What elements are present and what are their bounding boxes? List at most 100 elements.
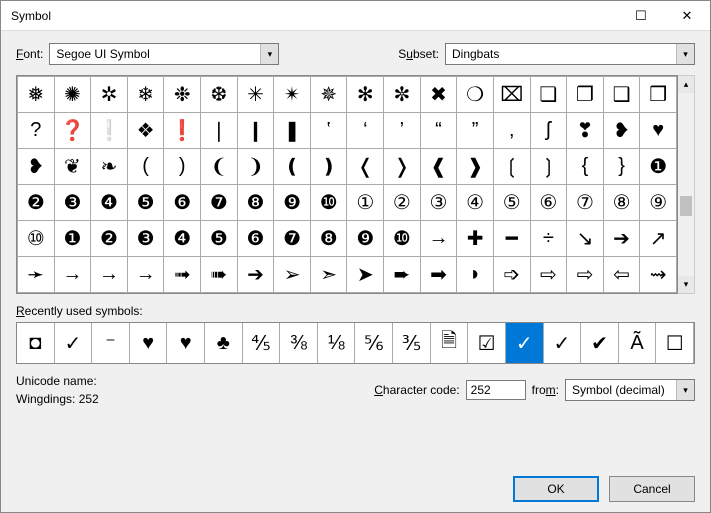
symbol-cell[interactable]: ❼ — [274, 221, 311, 257]
symbol-cell[interactable]: ✚ — [457, 221, 494, 257]
symbol-cell[interactable]: ❷ — [18, 185, 55, 221]
symbol-cell[interactable]: ⑩ — [18, 221, 55, 257]
symbol-cell[interactable]: ❶ — [640, 149, 677, 185]
close-button[interactable]: ✕ — [664, 1, 710, 31]
symbol-cell[interactable]: ⑥ — [530, 185, 567, 221]
symbol-cell[interactable]: → — [91, 257, 128, 293]
symbol-cell[interactable]: ❰ — [420, 149, 457, 185]
symbol-cell[interactable]: ⑤ — [493, 185, 530, 221]
symbol-cell[interactable]: ❆ — [201, 77, 238, 113]
symbol-cell[interactable]: ⑧ — [603, 185, 640, 221]
symbol-cell[interactable]: ➢ — [274, 257, 311, 293]
symbol-cell[interactable]: ✼ — [384, 77, 421, 113]
symbol-cell[interactable]: ❓ — [54, 113, 91, 149]
symbol-cell[interactable]: ❩ — [237, 149, 274, 185]
from-combo[interactable]: Symbol (decimal) ▾ — [565, 379, 695, 401]
symbol-cell[interactable]: ✲ — [91, 77, 128, 113]
symbol-cell[interactable]: ❖ — [127, 113, 164, 149]
symbol-cell[interactable]: ❹ — [91, 185, 128, 221]
symbol-cell[interactable]: ‚ — [493, 113, 530, 149]
symbol-cell[interactable]: ⇨ — [530, 257, 567, 293]
symbol-cell[interactable]: ❨ — [201, 149, 238, 185]
recent-symbol-cell[interactable]: 🗎 — [431, 323, 469, 363]
symbol-cell[interactable]: ❚ — [274, 113, 311, 149]
symbol-cell[interactable]: ❺ — [201, 221, 238, 257]
symbol-cell[interactable]: ❿ — [384, 221, 421, 257]
maximize-button[interactable]: ☐ — [618, 1, 664, 31]
symbol-cell[interactable]: ➔ — [603, 221, 640, 257]
symbol-cell[interactable]: ♥ — [640, 113, 677, 149]
symbol-cell[interactable]: ❫ — [310, 149, 347, 185]
symbol-cell[interactable]: ❸ — [127, 221, 164, 257]
symbol-cell[interactable]: ✳ — [237, 77, 274, 113]
symbol-cell[interactable]: ❐ — [567, 77, 604, 113]
symbol-cell[interactable]: ❦ — [54, 149, 91, 185]
symbol-cell[interactable]: ❬ — [347, 149, 384, 185]
symbol-cell[interactable]: ❽ — [237, 185, 274, 221]
ok-button[interactable]: OK — [513, 476, 599, 502]
symbol-cell[interactable]: ❻ — [164, 185, 201, 221]
scroll-up-icon[interactable]: ▴ — [678, 76, 694, 93]
symbol-cell[interactable]: ❺ — [127, 185, 164, 221]
symbol-cell[interactable]: ❑ — [603, 77, 640, 113]
symbol-cell[interactable]: ⑨ — [640, 185, 677, 221]
recent-symbol-cell[interactable]: ♥ — [130, 323, 168, 363]
symbol-cell[interactable]: ❻ — [237, 221, 274, 257]
symbol-cell[interactable]: ❅ — [18, 77, 55, 113]
symbol-cell[interactable]: ↘ — [567, 221, 604, 257]
symbol-cell[interactable]: ➩ — [493, 257, 530, 293]
symbol-cell[interactable]: { — [567, 149, 604, 185]
recent-symbol-cell[interactable]: ☑ — [468, 323, 506, 363]
symbol-cell[interactable]: ? — [18, 113, 55, 149]
symbol-cell[interactable]: → — [54, 257, 91, 293]
recent-symbol-cell[interactable]: ✓ — [506, 323, 544, 363]
recent-symbol-cell[interactable]: ⅗ — [393, 323, 431, 363]
symbol-cell[interactable]: ( — [127, 149, 164, 185]
symbol-cell[interactable]: ) — [164, 149, 201, 185]
symbol-cell[interactable]: ʃ — [530, 113, 567, 149]
symbol-cell[interactable]: ❙ — [237, 113, 274, 149]
recent-symbol-cell[interactable]: ♣ — [205, 323, 243, 363]
symbol-cell[interactable]: ❪ — [274, 149, 311, 185]
symbol-cell[interactable]: ” — [457, 113, 494, 149]
symbol-cell[interactable]: ⌧ — [493, 77, 530, 113]
symbol-cell[interactable]: “ — [420, 113, 457, 149]
symbol-cell[interactable]: ✖ — [420, 77, 457, 113]
symbol-cell[interactable]: ❿ — [310, 185, 347, 221]
symbol-cell[interactable]: → — [127, 257, 164, 293]
symbol-cell[interactable]: ❷ — [91, 221, 128, 257]
symbol-cell[interactable]: ━ — [493, 221, 530, 257]
symbol-cell[interactable]: ② — [384, 185, 421, 221]
symbol-cell[interactable]: ❣ — [567, 113, 604, 149]
recent-symbol-cell[interactable]: ✔ — [581, 323, 619, 363]
grid-scrollbar[interactable]: ▴ ▾ — [678, 75, 695, 294]
symbol-cell[interactable]: ⇝ — [640, 257, 677, 293]
recent-symbol-cell[interactable]: ☐ — [656, 323, 694, 363]
symbol-cell[interactable]: ❏ — [530, 77, 567, 113]
symbol-cell[interactable]: ❾ — [274, 185, 311, 221]
symbol-cell[interactable]: ÷ — [530, 221, 567, 257]
scroll-down-icon[interactable]: ▾ — [678, 276, 694, 293]
symbol-cell[interactable]: ❼ — [201, 185, 238, 221]
symbol-cell[interactable]: ❄ — [127, 77, 164, 113]
symbol-cell[interactable]: ❽ — [310, 221, 347, 257]
charcode-input[interactable] — [466, 380, 526, 400]
symbol-cell[interactable]: ❲ — [493, 149, 530, 185]
recent-symbol-cell[interactable]: ♥ — [167, 323, 205, 363]
recent-symbol-cell[interactable]: ⅘ — [243, 323, 281, 363]
symbol-cell[interactable]: ❳ — [530, 149, 567, 185]
symbol-cell[interactable]: ❾ — [347, 221, 384, 257]
symbol-cell[interactable]: ❥ — [603, 113, 640, 149]
symbol-cell[interactable]: ➠ — [201, 257, 238, 293]
symbol-cell[interactable]: } — [603, 149, 640, 185]
symbol-cell[interactable]: → — [420, 221, 457, 257]
symbol-cell[interactable]: ⇨ — [567, 257, 604, 293]
symbol-cell[interactable]: ◗ — [457, 257, 494, 293]
symbol-cell[interactable]: ❉ — [164, 77, 201, 113]
symbol-cell[interactable]: ❱ — [457, 149, 494, 185]
scroll-thumb[interactable] — [680, 196, 692, 216]
symbol-cell[interactable]: ❘ — [201, 113, 238, 149]
recent-symbol-cell[interactable]: Ã — [619, 323, 657, 363]
recent-symbol-cell[interactable]: ⅜ — [280, 323, 318, 363]
symbol-cell[interactable]: ❍ — [457, 77, 494, 113]
